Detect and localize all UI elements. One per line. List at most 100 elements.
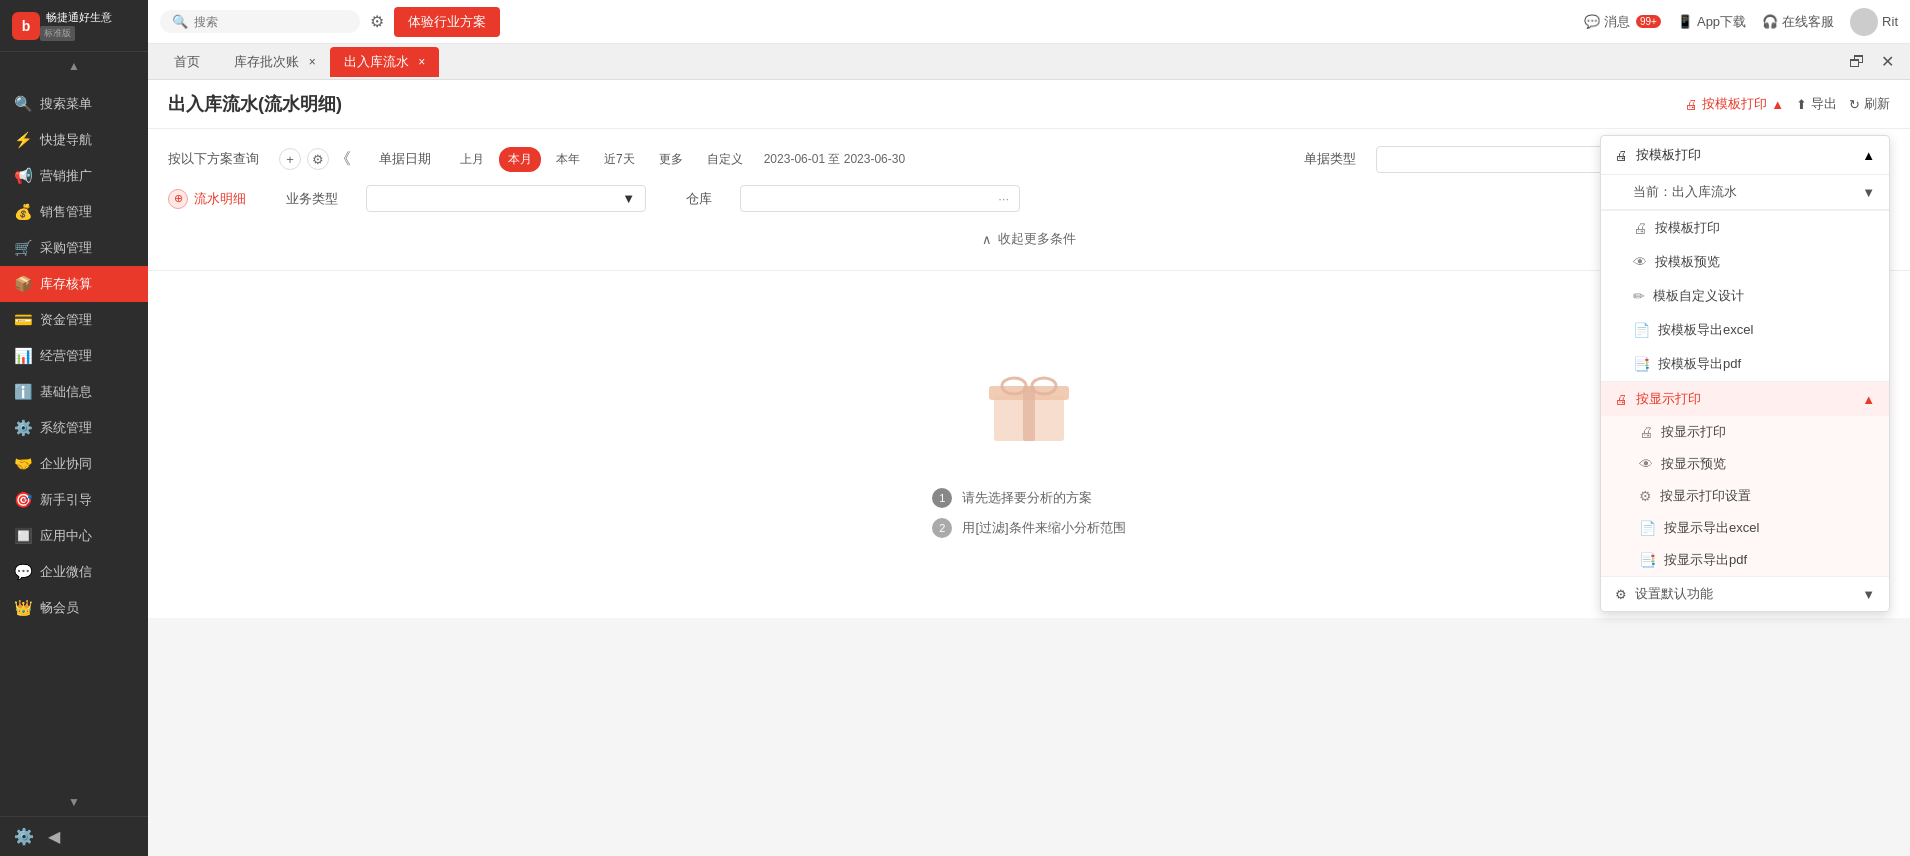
date-btn-last-month[interactable]: 上月 — [451, 147, 493, 172]
tab-inventory-batch[interactable]: 库存批次账 × — [220, 47, 330, 77]
phone-icon: 📱 — [1677, 14, 1693, 29]
filter-add-btn[interactable]: + — [279, 148, 301, 170]
window-close-btn[interactable]: ✕ — [1877, 50, 1898, 73]
sidebar-item-marketing[interactable]: 📢 营销推广 — [0, 158, 148, 194]
date-btn-custom[interactable]: 自定义 — [698, 147, 752, 172]
sidebar-item-apps[interactable]: 🔲 应用中心 — [0, 518, 148, 554]
sidebar-item-basics[interactable]: ℹ️ 基础信息 — [0, 374, 148, 410]
filter-label: 按以下方案查询 — [168, 150, 259, 168]
sidebar-item-purchase[interactable]: 🛒 采购管理 — [0, 230, 148, 266]
print-dropdown-panel: 🖨 按模板打印 ▲ 当前：出入库流水 ▼ 🖨 按模板打印 👁 按模板预览 — [1600, 135, 1890, 612]
sidebar-item-finance[interactable]: 💳 资金管理 — [0, 302, 148, 338]
tab-inventory-batch-close[interactable]: × — [309, 55, 316, 69]
tabs-bar: 首页 库存批次账 × 出入库流水 × 🗗 ✕ — [148, 44, 1910, 80]
sidebar-item-search[interactable]: 🔍 搜索菜单 — [0, 86, 148, 122]
voucher-type-label: 单据类型 — [1304, 150, 1356, 168]
user-avatar[interactable]: Rit — [1850, 8, 1898, 36]
printer-icon-2: 🖨 — [1633, 220, 1647, 236]
print-set-default-btn[interactable]: ⚙ 设置默认功能 ▼ — [1601, 577, 1889, 611]
topbar-right: 💬 消息 99+ 📱 App下载 🎧 在线客服 Rit — [1584, 8, 1898, 36]
sidebar-item-operations[interactable]: 📊 经营管理 — [0, 338, 148, 374]
sidebar-item-quick[interactable]: ⚡ 快捷导航 — [0, 122, 148, 158]
trial-btn[interactable]: 体验行业方案 — [394, 7, 500, 37]
wechat-nav-icon: 💬 — [14, 563, 32, 581]
print-display-pdf-btn[interactable]: 📑 按显示导出pdf — [1601, 544, 1889, 576]
date-btn-7days[interactable]: 近7天 — [595, 147, 644, 172]
step-num-1: 1 — [932, 488, 952, 508]
date-btn-this-month[interactable]: 本月 — [499, 147, 541, 172]
sidebar-item-label-enterprise: 企业协同 — [40, 455, 92, 473]
date-label: 单据日期 — [379, 150, 431, 168]
print-display-print-btn[interactable]: 🖨 按显示打印 — [1601, 416, 1889, 448]
print-display-preview-btn[interactable]: 👁 按显示预览 — [1601, 448, 1889, 480]
sidebar-item-label-wechat: 企业微信 — [40, 563, 92, 581]
purchase-nav-icon: 🛒 — [14, 239, 32, 257]
refresh-btn[interactable]: ↻ 刷新 — [1849, 95, 1890, 113]
scroll-up-btn[interactable]: ▲ — [0, 56, 148, 76]
excel-icon: 📄 — [1633, 322, 1650, 338]
sidebar-logo: b 畅捷通好生意 标准版 — [0, 0, 148, 52]
business-type-select[interactable]: ▼ — [366, 185, 646, 212]
window-restore-btn[interactable]: 🗗 — [1845, 51, 1869, 73]
marketing-nav-icon: 📢 — [14, 167, 32, 185]
print-panel-header[interactable]: 🖨 按模板打印 ▲ — [1601, 136, 1889, 175]
sidebar-item-enterprise[interactable]: 🤝 企业协同 — [0, 446, 148, 482]
date-btn-more[interactable]: 更多 — [650, 147, 692, 172]
warehouse-input[interactable]: ··· — [740, 185, 1020, 212]
sidebar-item-wechat[interactable]: 💬 企业微信 — [0, 554, 148, 590]
app-download-btn[interactable]: 📱 App下载 — [1677, 13, 1746, 31]
sidebar-item-label-sales: 销售管理 — [40, 203, 92, 221]
sidebar-item-guide[interactable]: 🎯 新手引导 — [0, 482, 148, 518]
business-type-dropdown-icon: ▼ — [622, 191, 635, 206]
printer-icon: 🖨 — [1685, 97, 1698, 112]
default-chevron-icon: ▼ — [1862, 587, 1875, 602]
tab-inventory-flow-close[interactable]: × — [418, 55, 425, 69]
print-template-print-btn[interactable]: 🖨 按模板打印 — [1601, 211, 1889, 245]
print-template-pdf-btn[interactable]: 📑 按模板导出pdf — [1601, 347, 1889, 381]
tab-home[interactable]: 首页 — [160, 47, 214, 77]
sidebar-collapse-icon[interactable]: ◀ — [48, 827, 60, 846]
online-service-btn[interactable]: 🎧 在线客服 — [1762, 13, 1834, 31]
print-display-excel-btn[interactable]: 📄 按显示导出excel — [1601, 512, 1889, 544]
print-display-section-header[interactable]: 🖨 按显示打印 ▲ — [1601, 382, 1889, 416]
eye-icon: 👁 — [1633, 254, 1647, 270]
print-template-excel-btn[interactable]: 📄 按模板导出excel — [1601, 313, 1889, 347]
filter-collapse-btn[interactable]: 《 — [335, 149, 351, 170]
print-panel-header-icon: 🖨 — [1615, 148, 1628, 163]
business-type-label: 业务类型 — [286, 190, 338, 208]
scroll-down-btn[interactable]: ▼ — [0, 792, 148, 812]
sidebar-settings-icon[interactable]: ⚙️ — [14, 827, 34, 846]
empty-icon — [979, 351, 1079, 472]
message-btn[interactable]: 💬 消息 99+ — [1584, 13, 1661, 31]
topbar-settings-icon[interactable]: ⚙ — [370, 12, 384, 31]
sidebar-item-label-marketing: 营销推广 — [40, 167, 92, 185]
sidebar-item-system[interactable]: ⚙️ 系统管理 — [0, 410, 148, 446]
print-current-item: 当前：出入库流水 ▼ — [1601, 175, 1889, 210]
svg-rect-2 — [1023, 386, 1035, 441]
message-icon: 💬 — [1584, 14, 1600, 29]
date-btn-this-year[interactable]: 本年 — [547, 147, 589, 172]
export-icon: ⬆ — [1796, 97, 1807, 112]
logo-badge: 标准版 — [40, 26, 75, 41]
finance-nav-icon: 💳 — [14, 311, 32, 329]
sidebar-item-inventory[interactable]: 📦 库存核算 — [0, 266, 148, 302]
filter-settings-btn[interactable]: ⚙ — [307, 148, 329, 170]
print-template-custom-btn[interactable]: ✏ 模板自定义设计 — [1601, 279, 1889, 313]
topbar-search-input[interactable] — [194, 15, 334, 29]
print-display-settings-btn[interactable]: ⚙ 按显示打印设置 — [1601, 480, 1889, 512]
sidebar-item-member[interactable]: 👑 畅会员 — [0, 590, 148, 626]
sidebar-item-sales[interactable]: 💰 销售管理 — [0, 194, 148, 230]
collapse-chevron-icon: ∧ — [982, 232, 992, 247]
warehouse-label: 仓库 — [686, 190, 712, 208]
sidebar-nav: 🔍 搜索菜单 ⚡ 快捷导航 📢 营销推广 💰 销售管理 🛒 采购管理 📦 库存核… — [0, 80, 148, 788]
inventory-nav-icon: 📦 — [14, 275, 32, 293]
sidebar-item-label-system: 系统管理 — [40, 419, 92, 437]
print-template-preview-btn[interactable]: 👁 按模板预览 — [1601, 245, 1889, 279]
page-header-actions: 🖨 按模板打印 ▲ ⬆ 导出 ↻ 刷新 — [1685, 95, 1890, 113]
export-btn[interactable]: ⬆ 导出 — [1796, 95, 1837, 113]
tab-inventory-flow[interactable]: 出入库流水 × — [330, 47, 440, 77]
print-template-btn[interactable]: 🖨 按模板打印 ▲ — [1685, 95, 1784, 113]
sidebar-item-label-purchase: 采购管理 — [40, 239, 92, 257]
flow-detail-tag: ⊕ 流水明细 — [168, 189, 246, 209]
date-options: 上月 本月 本年 近7天 更多 自定义 2023-06-01 至 2023-06… — [451, 147, 905, 172]
